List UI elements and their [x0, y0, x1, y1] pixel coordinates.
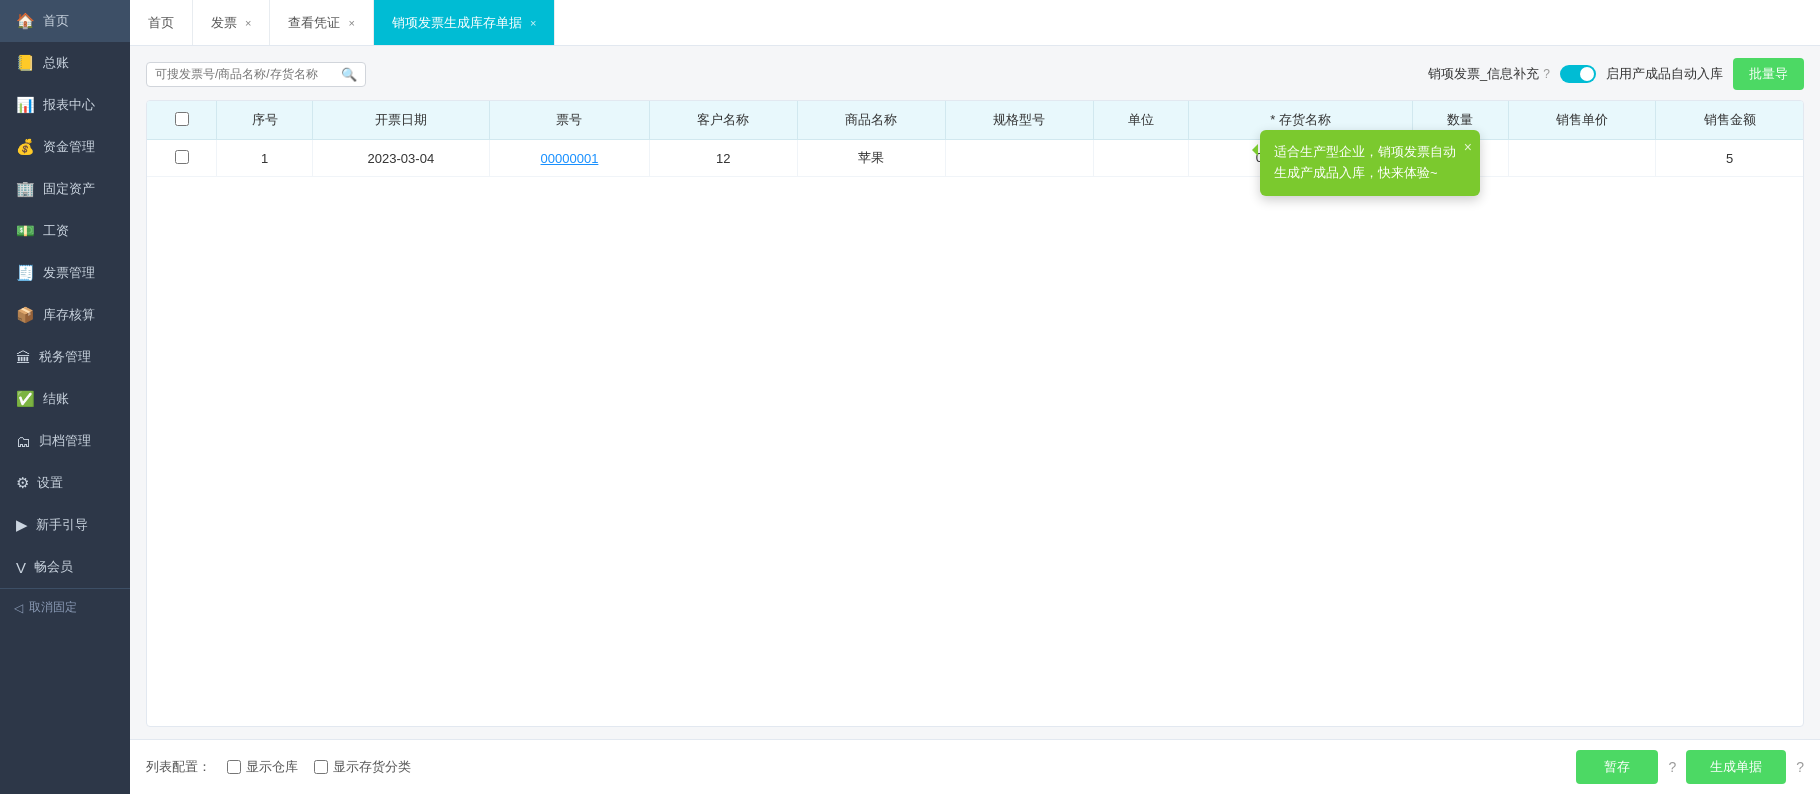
bottom-bar: 列表配置： 显示仓库 显示存货分类 暂存 ? 生成单据 ? [130, 739, 1820, 794]
sidebar-item-ledger[interactable]: 📒总账 [0, 42, 130, 84]
tax-icon: 🏛 [16, 349, 31, 366]
col-header-spec: 规格型号 [945, 101, 1093, 140]
info-label: 销项发票_信息补充 ? [1428, 65, 1550, 83]
sidebar-item-tax[interactable]: 🏛税务管理 [0, 336, 130, 378]
settings-icon: ⚙ [16, 474, 29, 492]
cell-number-0[interactable]: 00000001 [490, 140, 650, 177]
col-header-seq: 序号 [217, 101, 312, 140]
main-area: 首页发票×查看凭证×销项发票生成库存单据× 🔍 销项发票_信息补充 ? 启用产成… [130, 0, 1820, 794]
close-icon: ✅ [16, 390, 35, 408]
generate-button[interactable]: 生成单据 [1686, 750, 1786, 784]
sidebar-item-reports[interactable]: 📊报表中心 [0, 84, 130, 126]
search-box[interactable]: 🔍 [146, 62, 366, 87]
member-icon: V [16, 559, 26, 576]
tab-close-invoice[interactable]: × [245, 17, 251, 29]
content-area: 🔍 销项发票_信息补充 ? 启用产成品自动入库 批量导 序号开票日期票号客户名称… [130, 46, 1820, 739]
cell-date-0: 2023-03-04 [312, 140, 489, 177]
show-category-checkbox[interactable] [314, 760, 328, 774]
guide-icon: ▶ [16, 516, 28, 534]
tab-close-cancel-invoice[interactable]: × [530, 17, 536, 29]
col-header-unit: 单位 [1093, 101, 1188, 140]
toggle-label: 启用产成品自动入库 [1606, 65, 1723, 83]
archive-icon: 🗂 [16, 433, 31, 450]
table-row: 12023-03-040000000112苹果000001 苹果 个5 [147, 140, 1803, 177]
home-icon: 🏠 [16, 12, 35, 30]
show-category-check[interactable]: 显示存货分类 [314, 758, 411, 776]
info-icon[interactable]: ? [1543, 67, 1550, 81]
tooltip-close-button[interactable]: × [1464, 136, 1472, 158]
config-label: 列表配置： [146, 758, 211, 776]
sidebar: 🏠首页📒总账📊报表中心💰资金管理🏢固定资产💵工资🧾发票管理📦库存核算🏛税务管理✅… [0, 0, 130, 794]
toolbar-left: 🔍 [146, 62, 366, 87]
cell-cost_price-0 [1508, 140, 1656, 177]
sidebar-item-funds[interactable]: 💰资金管理 [0, 126, 130, 168]
sidebar-item-close[interactable]: ✅结账 [0, 378, 130, 420]
search-icon: 🔍 [341, 67, 357, 82]
tab-cancel-invoice[interactable]: 销项发票生成库存单据× [374, 0, 555, 45]
unpin-button[interactable]: ◁ 取消固定 [0, 588, 130, 626]
show-warehouse-check[interactable]: 显示仓库 [227, 758, 298, 776]
cell-unit-0 [1093, 140, 1188, 177]
tooltip-popup: × 适合生产型企业，销项发票自动生成产成品入库，快来体验~ [1260, 130, 1480, 196]
toolbar-right: 销项发票_信息补充 ? 启用产成品自动入库 批量导 [1428, 58, 1804, 90]
unpin-label: 取消固定 [29, 599, 77, 616]
tab-close-voucher[interactable]: × [348, 17, 354, 29]
col-header-product: 商品名称 [797, 101, 945, 140]
col-header-number: 票号 [490, 101, 650, 140]
cell-product-0: 苹果 [797, 140, 945, 177]
invoice-number-link-0[interactable]: 00000001 [541, 151, 599, 166]
save-button[interactable]: 暂存 [1576, 750, 1658, 784]
cell-seq-0: 1 [217, 140, 312, 177]
col-header-date: 开票日期 [312, 101, 489, 140]
col-header-amount: 销售金额 [1656, 101, 1803, 140]
tab-invoice[interactable]: 发票× [193, 0, 270, 45]
reports-icon: 📊 [16, 96, 35, 114]
sidebar-item-invoice-mgmt[interactable]: 🧾发票管理 [0, 252, 130, 294]
sidebar-item-home[interactable]: 🏠首页 [0, 0, 130, 42]
sidebar-item-guide[interactable]: ▶新手引导 [0, 504, 130, 546]
search-input[interactable] [155, 67, 341, 81]
tooltip-text: 适合生产型企业，销项发票自动生成产成品入库，快来体验~ [1274, 144, 1456, 180]
sidebar-item-salary[interactable]: 💵工资 [0, 210, 130, 252]
salary-icon: 💵 [16, 222, 35, 240]
tab-voucher[interactable]: 查看凭证× [270, 0, 373, 45]
invoice-mgmt-icon: 🧾 [16, 264, 35, 282]
sidebar-item-settings[interactable]: ⚙设置 [0, 462, 130, 504]
toolbar: 🔍 销项发票_信息补充 ? 启用产成品自动入库 批量导 [146, 58, 1804, 90]
fixed-assets-icon: 🏢 [16, 180, 35, 198]
col-header-cost_price: 销售单价 [1508, 101, 1656, 140]
inventory-icon: 📦 [16, 306, 35, 324]
sidebar-item-archive[interactable]: 🗂归档管理 [0, 420, 130, 462]
show-warehouse-checkbox[interactable] [227, 760, 241, 774]
tab-home[interactable]: 首页 [130, 0, 193, 45]
table-wrapper: 序号开票日期票号客户名称商品名称规格型号单位* 存货名称数量销售单价销售金额 1… [146, 100, 1804, 727]
sidebar-item-inventory[interactable]: 📦库存核算 [0, 294, 130, 336]
sidebar-item-fixed-assets[interactable]: 🏢固定资产 [0, 168, 130, 210]
cell-amount-0: 5 [1656, 140, 1803, 177]
auto-warehouse-toggle[interactable] [1560, 65, 1596, 83]
select-all-checkbox[interactable] [175, 112, 189, 126]
tab-bar: 首页发票×查看凭证×销项发票生成库存单据× [130, 0, 1820, 46]
sidebar-item-member[interactable]: V畅会员 [0, 546, 130, 588]
cell-spec-0 [945, 140, 1093, 177]
data-table: 序号开票日期票号客户名称商品名称规格型号单位* 存货名称数量销售单价销售金额 1… [147, 101, 1803, 177]
generate-help-icon[interactable]: ? [1796, 759, 1804, 775]
save-help-icon[interactable]: ? [1668, 759, 1676, 775]
col-header-checkbox [147, 101, 217, 140]
row-checkbox-0[interactable] [175, 150, 189, 164]
funds-icon: 💰 [16, 138, 35, 156]
bottom-actions: 暂存 ? 生成单据 ? [1576, 750, 1804, 784]
cell-customer-0: 12 [649, 140, 797, 177]
batch-button[interactable]: 批量导 [1733, 58, 1804, 90]
col-header-customer: 客户名称 [649, 101, 797, 140]
ledger-icon: 📒 [16, 54, 35, 72]
cell-checkbox-0 [147, 140, 217, 177]
unpin-icon: ◁ [14, 601, 23, 615]
